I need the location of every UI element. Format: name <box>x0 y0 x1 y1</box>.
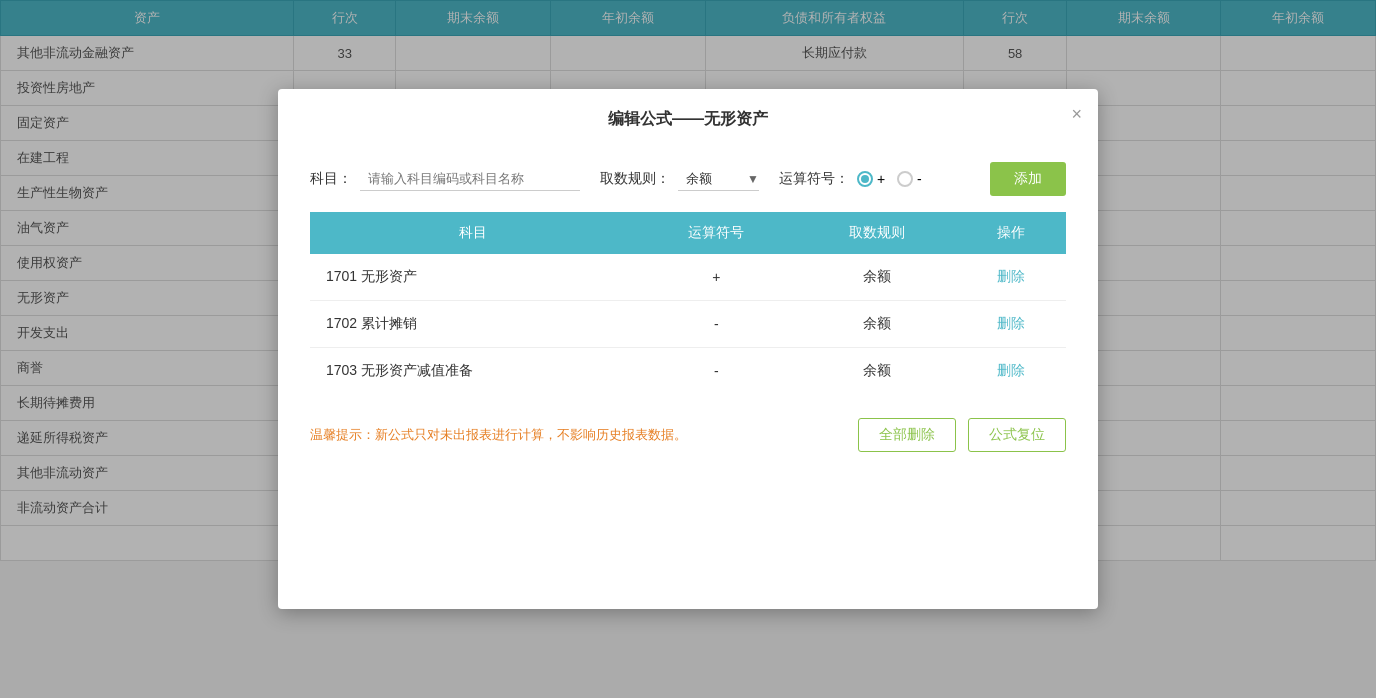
formula-row: 1703 无形资产减值准备 - 余额 删除 <box>310 348 1066 395</box>
th-subject: 科目 <box>310 212 636 254</box>
formula-rule: 余额 <box>796 254 956 301</box>
operator-label: 运算符号： <box>779 170 849 188</box>
th-rule: 取数规则 <box>796 212 956 254</box>
form-row: 科目： 取数规则： 余额 借方发生额 贷方发生额 ▼ 运算符号： <box>278 146 1098 212</box>
rule-select-wrapper: 余额 借方发生额 贷方发生额 ▼ <box>678 167 759 191</box>
subject-group: 科目： <box>310 167 580 191</box>
formula-subject: 1701 无形资产 <box>310 254 636 301</box>
th-operator: 运算符号 <box>636 212 796 254</box>
radio-minus-label: - <box>917 171 922 187</box>
formula-action: 删除 <box>957 301 1066 348</box>
modal-header: 编辑公式——无形资产 × <box>278 89 1098 146</box>
formula-subject: 1703 无形资产减值准备 <box>310 348 636 395</box>
operator-group: 运算符号： + - <box>779 170 922 188</box>
radio-group: + - <box>857 171 922 187</box>
formula-action: 删除 <box>957 348 1066 395</box>
formula-rule: 余额 <box>796 348 956 395</box>
table-header-row: 科目 运算符号 取数规则 操作 <box>310 212 1066 254</box>
modal-title: 编辑公式——无形资产 <box>608 110 768 127</box>
rule-label: 取数规则： <box>600 170 670 188</box>
delete-row-button[interactable]: 删除 <box>997 362 1025 380</box>
delete-row-button[interactable]: 删除 <box>997 268 1025 286</box>
modal-footer: 温馨提示：新公式只对未出报表进行计算，不影响历史报表数据。 全部删除 公式复位 <box>278 394 1098 460</box>
formula-rule: 余额 <box>796 301 956 348</box>
rule-select[interactable]: 余额 借方发生额 贷方发生额 <box>678 167 759 191</box>
radio-plus[interactable]: + <box>857 171 885 187</box>
radio-plus-label: + <box>877 171 885 187</box>
formula-operator: - <box>636 348 796 395</box>
radio-minus[interactable]: - <box>897 171 922 187</box>
formula-operator: - <box>636 301 796 348</box>
modal-dialog: 编辑公式——无形资产 × 科目： 取数规则： 余额 借方发生额 贷方发生额 ▼ <box>278 89 1098 609</box>
delete-all-button[interactable]: 全部删除 <box>858 418 956 452</box>
radio-plus-circle <box>857 171 873 187</box>
add-button[interactable]: 添加 <box>990 162 1066 196</box>
radio-minus-circle <box>897 171 913 187</box>
modal-close-button[interactable]: × <box>1071 105 1082 123</box>
subject-label: 科目： <box>310 170 352 188</box>
subject-input[interactable] <box>360 167 580 191</box>
formula-action: 删除 <box>957 254 1066 301</box>
delete-row-button[interactable]: 删除 <box>997 315 1025 333</box>
formula-row: 1701 无形资产 + 余额 删除 <box>310 254 1066 301</box>
formula-table-wrapper: 科目 运算符号 取数规则 操作 1701 无形资产 + 余额 删除 1702 累… <box>310 212 1066 394</box>
footer-hint: 温馨提示：新公式只对未出报表进行计算，不影响历史报表数据。 <box>310 426 687 444</box>
modal-overlay: 编辑公式——无形资产 × 科目： 取数规则： 余额 借方发生额 贷方发生额 ▼ <box>0 0 1376 698</box>
formula-table: 科目 运算符号 取数规则 操作 1701 无形资产 + 余额 删除 1702 累… <box>310 212 1066 394</box>
footer-buttons: 全部删除 公式复位 <box>858 418 1066 452</box>
reset-formula-button[interactable]: 公式复位 <box>968 418 1066 452</box>
th-action: 操作 <box>957 212 1066 254</box>
formula-operator: + <box>636 254 796 301</box>
rule-group: 取数规则： 余额 借方发生额 贷方发生额 ▼ <box>600 167 759 191</box>
formula-subject: 1702 累计摊销 <box>310 301 636 348</box>
formula-row: 1702 累计摊销 - 余额 删除 <box>310 301 1066 348</box>
